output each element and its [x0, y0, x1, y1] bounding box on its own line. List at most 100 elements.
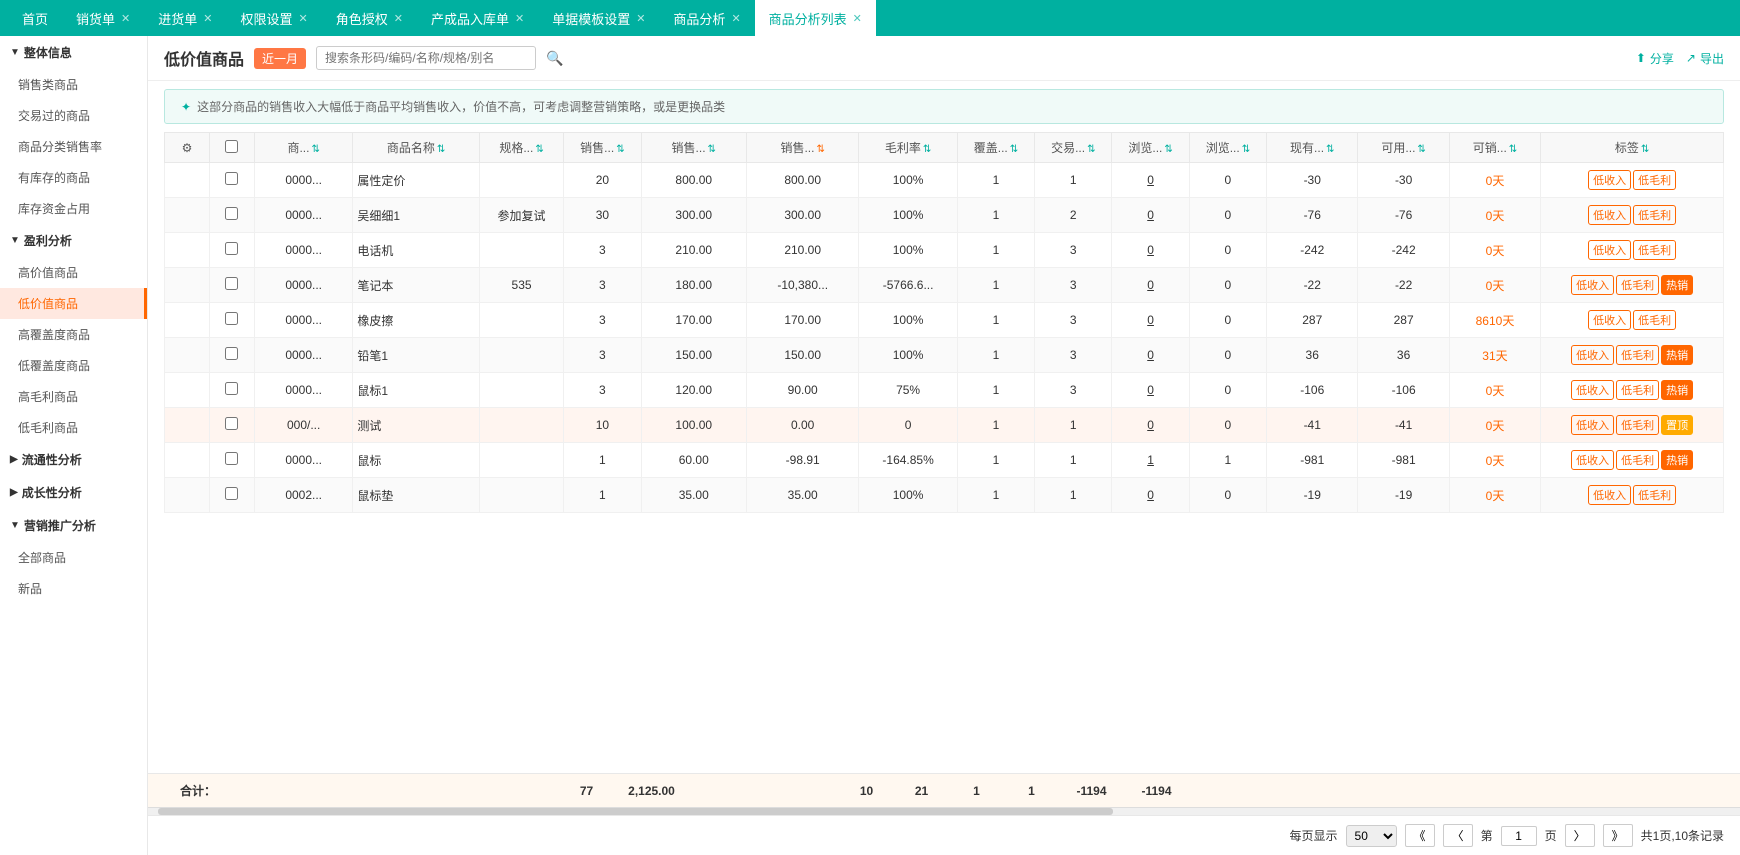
col-checkbox[interactable]	[209, 133, 254, 163]
sidebar-item-all-products[interactable]: 全部商品	[0, 542, 147, 573]
cell-checkbox[interactable]	[209, 303, 254, 338]
row-checkbox[interactable]	[225, 277, 238, 290]
nav-sales[interactable]: 销货单 ✕	[62, 0, 144, 36]
col-sales-price[interactable]: 销售...⇅	[641, 133, 746, 163]
nav-permissions-close[interactable]: ✕	[299, 12, 308, 25]
nav-analysis-close[interactable]: ✕	[731, 12, 740, 25]
row-checkbox[interactable]	[225, 417, 238, 430]
view1-val[interactable]: 0	[1147, 208, 1154, 222]
col-code[interactable]: 商...⇅	[254, 133, 352, 163]
period-badge[interactable]: 近一月	[254, 48, 306, 69]
next-page-btn[interactable]: 〉	[1565, 824, 1595, 847]
col-tags[interactable]: 标签⇅	[1541, 133, 1724, 163]
row-checkbox[interactable]	[225, 347, 238, 360]
sidebar-section-flow[interactable]: ▶ 流通性分析	[0, 443, 147, 476]
nav-analysis-list[interactable]: 商品分析列表 ✕	[755, 0, 876, 36]
sidebar-item-stocked[interactable]: 有库存的商品	[0, 162, 147, 193]
nav-template-close[interactable]: ✕	[636, 12, 645, 25]
view1-val[interactable]: 0	[1147, 348, 1154, 362]
row-checkbox[interactable]	[225, 487, 238, 500]
cell-view1[interactable]: 0	[1112, 478, 1189, 513]
nav-template[interactable]: 单据模板设置 ✕	[538, 0, 659, 36]
row-checkbox[interactable]	[225, 172, 238, 185]
sidebar-item-high-margin[interactable]: 高毛利商品	[0, 381, 147, 412]
sidebar-section-profit[interactable]: ▼ 盈利分析	[0, 224, 147, 257]
col-view2[interactable]: 浏览...⇅	[1189, 133, 1266, 163]
sidebar-section-marketing[interactable]: ▼ 营销推广分析	[0, 509, 147, 542]
table-container[interactable]: ⚙ 商...⇅ 商品名称⇅ 规格...⇅ 销售...⇅ 销售...⇅ 销售...…	[148, 132, 1740, 773]
nav-purchase-close[interactable]: ✕	[203, 12, 212, 25]
sidebar-item-new-products[interactable]: 新品	[0, 573, 147, 604]
col-margin[interactable]: 毛利率⇅	[859, 133, 957, 163]
cell-checkbox[interactable]	[209, 198, 254, 233]
nav-home[interactable]: 首页	[8, 0, 62, 36]
cell-view1[interactable]: 0	[1112, 408, 1189, 443]
nav-roles[interactable]: 角色授权 ✕	[322, 0, 417, 36]
col-sales-amount[interactable]: 销售...⇅	[746, 133, 858, 163]
nav-product-entry[interactable]: 产成品入库单 ✕	[417, 0, 538, 36]
col-saleable[interactable]: 可销...⇅	[1449, 133, 1540, 163]
horizontal-scrollbar[interactable]	[148, 807, 1740, 815]
sidebar-item-low-coverage[interactable]: 低覆盖度商品	[0, 350, 147, 381]
view1-val[interactable]: 1	[1147, 453, 1154, 467]
col-coverage[interactable]: 覆盖...⇅	[957, 133, 1034, 163]
share-button[interactable]: ⬆ 分享	[1636, 50, 1674, 67]
sidebar-item-category-rate[interactable]: 商品分类销售率	[0, 131, 147, 162]
first-page-btn[interactable]: 《	[1405, 824, 1435, 847]
cell-view1[interactable]: 0	[1112, 163, 1189, 198]
col-sales-qty[interactable]: 销售...⇅	[564, 133, 641, 163]
search-icon[interactable]: 🔍	[546, 50, 563, 67]
cell-view1[interactable]: 0	[1112, 303, 1189, 338]
nav-permissions[interactable]: 权限设置 ✕	[226, 0, 321, 36]
col-available[interactable]: 可用...⇅	[1358, 133, 1449, 163]
sidebar-item-capital[interactable]: 库存资金占用	[0, 193, 147, 224]
col-settings[interactable]: ⚙	[165, 133, 210, 163]
sidebar-item-low-value[interactable]: 低价值商品	[0, 288, 147, 319]
nav-roles-close[interactable]: ✕	[394, 12, 403, 25]
row-checkbox[interactable]	[225, 382, 238, 395]
sidebar-item-traded[interactable]: 交易过的商品	[0, 100, 147, 131]
view1-val[interactable]: 0	[1147, 278, 1154, 292]
col-current-stock[interactable]: 现有...⇅	[1267, 133, 1358, 163]
view1-val[interactable]: 0	[1147, 383, 1154, 397]
row-checkbox[interactable]	[225, 452, 238, 465]
sidebar-section-growth[interactable]: ▶ 成长性分析	[0, 476, 147, 509]
col-name[interactable]: 商品名称⇅	[353, 133, 480, 163]
view1-val[interactable]: 0	[1147, 243, 1154, 257]
view1-val[interactable]: 0	[1147, 488, 1154, 502]
cell-checkbox[interactable]	[209, 408, 254, 443]
cell-checkbox[interactable]	[209, 163, 254, 198]
per-page-select[interactable]: 50 100 200	[1346, 825, 1397, 847]
cell-checkbox[interactable]	[209, 338, 254, 373]
nav-product-entry-close[interactable]: ✕	[515, 12, 524, 25]
col-trade[interactable]: 交易...⇅	[1035, 133, 1112, 163]
nav-sales-close[interactable]: ✕	[121, 12, 130, 25]
page-number-input[interactable]	[1501, 826, 1537, 846]
cell-checkbox[interactable]	[209, 443, 254, 478]
cell-checkbox[interactable]	[209, 373, 254, 408]
row-checkbox[interactable]	[225, 242, 238, 255]
row-checkbox[interactable]	[225, 312, 238, 325]
nav-analysis-list-close[interactable]: ✕	[853, 12, 862, 25]
sidebar-item-high-coverage[interactable]: 高覆盖度商品	[0, 319, 147, 350]
view1-val[interactable]: 0	[1147, 313, 1154, 327]
sidebar-item-high-value[interactable]: 高价值商品	[0, 257, 147, 288]
cell-checkbox[interactable]	[209, 268, 254, 303]
sidebar-item-low-margin[interactable]: 低毛利商品	[0, 412, 147, 443]
prev-page-btn[interactable]: 〈	[1443, 824, 1473, 847]
col-view1[interactable]: 浏览...⇅	[1112, 133, 1189, 163]
col-spec[interactable]: 规格...⇅	[479, 133, 563, 163]
sidebar-item-sales-products[interactable]: 销售类商品	[0, 69, 147, 100]
cell-checkbox[interactable]	[209, 478, 254, 513]
view1-val[interactable]: 0	[1147, 173, 1154, 187]
row-checkbox[interactable]	[225, 207, 238, 220]
cell-checkbox[interactable]	[209, 233, 254, 268]
cell-view1[interactable]: 1	[1112, 443, 1189, 478]
select-all-checkbox[interactable]	[225, 140, 238, 153]
cell-view1[interactable]: 0	[1112, 233, 1189, 268]
sidebar-section-overview[interactable]: ▼ 整体信息	[0, 36, 147, 69]
cell-view1[interactable]: 0	[1112, 268, 1189, 303]
export-button[interactable]: ↗ 导出	[1686, 50, 1724, 67]
cell-view1[interactable]: 0	[1112, 198, 1189, 233]
last-page-btn[interactable]: 》	[1603, 824, 1633, 847]
